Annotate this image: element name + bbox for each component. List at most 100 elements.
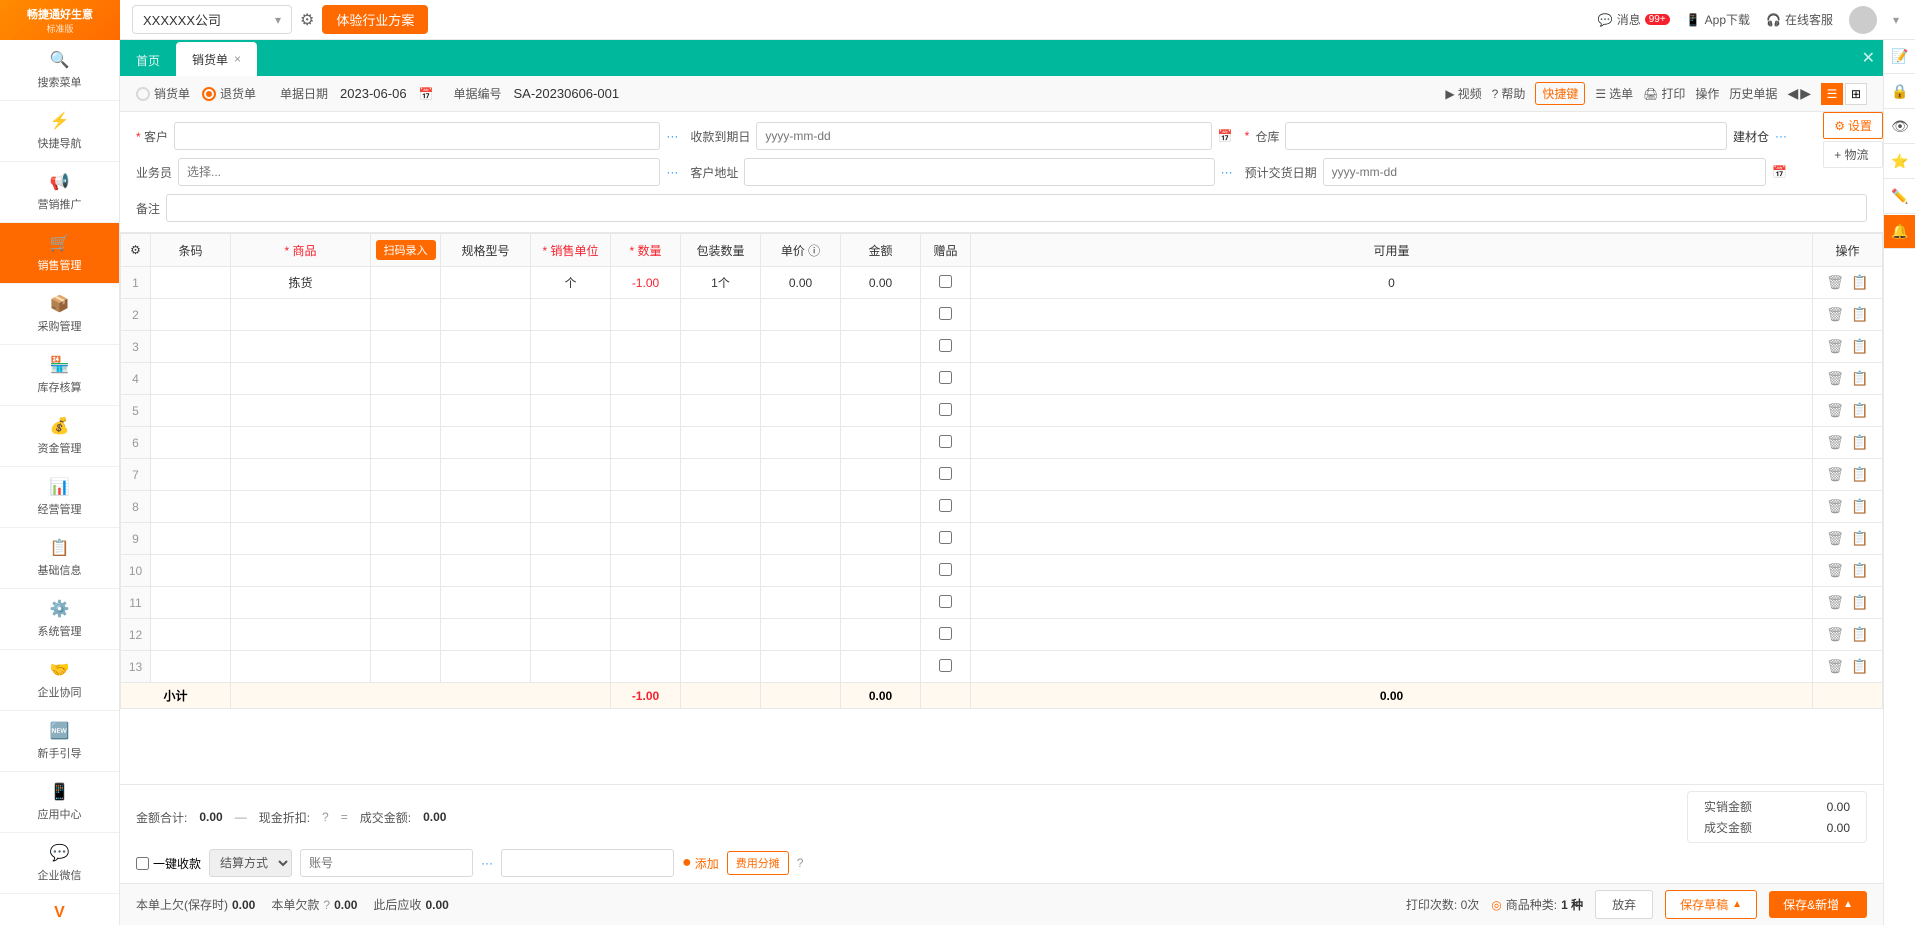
qty-cell-12[interactable] (611, 619, 681, 651)
grid-view-btn[interactable]: ⊞ (1845, 83, 1867, 105)
bank-account-input[interactable] (300, 849, 473, 877)
amount-cell-1[interactable]: 0.00 (841, 267, 921, 299)
amount-input[interactable] (501, 849, 674, 877)
price-cell-4[interactable] (761, 363, 841, 395)
spec-cell-7[interactable] (441, 459, 531, 491)
price-cell-13[interactable] (761, 651, 841, 683)
customer-addr-input[interactable] (744, 158, 1214, 186)
amount-cell-9[interactable] (841, 523, 921, 555)
scan-btn[interactable]: 扫码录入 (376, 240, 436, 260)
sidebar-item-operations[interactable]: 📊 经营管理 (0, 467, 119, 528)
float-btn-6[interactable]: 🔔 (1884, 215, 1915, 249)
amount-cell-12[interactable] (841, 619, 921, 651)
gift-cell-2[interactable] (921, 299, 971, 331)
barcode-cell-3[interactable] (151, 331, 231, 363)
pkg-qty-cell-12[interactable] (681, 619, 761, 651)
spec-cell-4[interactable] (441, 363, 531, 395)
float-btn-4[interactable]: ⭐ (1884, 145, 1915, 179)
salesperson-input[interactable] (178, 158, 660, 186)
delete-icon-4[interactable]: 🗑 (1826, 370, 1844, 386)
gift-checkbox-5[interactable] (939, 403, 952, 416)
copy-icon-6[interactable]: 📋 (1851, 434, 1868, 450)
spec-cell-1[interactable] (441, 267, 531, 299)
sidebar-item-purchase[interactable]: 📦 采购管理 (0, 284, 119, 345)
unit-cell-12[interactable] (531, 619, 611, 651)
copy-icon-13[interactable]: 📋 (1851, 658, 1868, 674)
shortcut-btn[interactable]: 快捷键 (1535, 82, 1585, 105)
sidebar-item-marketing[interactable]: 📢 营销推广 (0, 162, 119, 223)
float-btn-5[interactable]: ✏️ (1884, 180, 1915, 214)
customer-addr-more-icon[interactable]: ··· (1221, 165, 1233, 179)
barcode-cell-10[interactable] (151, 555, 231, 587)
copy-icon-8[interactable]: 📋 (1851, 498, 1868, 514)
logistics-btn[interactable]: + 物流 (1823, 141, 1883, 168)
app-download-item[interactable]: 📱 App下载 (1686, 11, 1750, 28)
doc-type-sales-radio[interactable]: 销货单 (136, 85, 190, 102)
amount-cell-13[interactable] (841, 651, 921, 683)
qty-cell-9[interactable] (611, 523, 681, 555)
gift-checkbox-6[interactable] (939, 435, 952, 448)
doc-type-return-radio[interactable]: 退货单 (202, 85, 256, 102)
qty-cell-7[interactable] (611, 459, 681, 491)
expense-question-icon[interactable]: ? (797, 856, 804, 870)
amount-cell-11[interactable] (841, 587, 921, 619)
sidebar-item-base-info[interactable]: 📋 基础信息 (0, 528, 119, 589)
tab-close-icon[interactable]: × (234, 52, 241, 66)
copy-icon-11[interactable]: 📋 (1851, 594, 1868, 610)
expense-split-btn[interactable]: 费用分摊 (727, 851, 789, 875)
gift-cell-11[interactable] (921, 587, 971, 619)
price-cell-1[interactable]: 0.00 (761, 267, 841, 299)
gift-cell-13[interactable] (921, 651, 971, 683)
qty-cell-4[interactable] (611, 363, 681, 395)
unit-cell-8[interactable] (531, 491, 611, 523)
sidebar-item-collab[interactable]: 🤝 企业协同 (0, 650, 119, 711)
video-btn[interactable]: ▶ 视频 (1445, 85, 1481, 102)
barcode-cell-5[interactable] (151, 395, 231, 427)
customer-input[interactable] (174, 122, 660, 150)
barcode-cell-1[interactable] (151, 267, 231, 299)
gift-checkbox-1[interactable] (939, 275, 952, 288)
product-cell-10[interactable] (231, 555, 371, 587)
gift-cell-1[interactable] (921, 267, 971, 299)
delete-icon-13[interactable]: 🗑 (1826, 658, 1844, 674)
float-btn-1[interactable]: 📝 (1884, 40, 1915, 74)
copy-icon-9[interactable]: 📋 (1851, 530, 1868, 546)
gift-checkbox-4[interactable] (939, 371, 952, 384)
pkg-qty-cell-5[interactable] (681, 395, 761, 427)
expected-delivery-input[interactable] (1323, 158, 1766, 186)
one-click-payment-checkbox[interactable]: 一键收款 (136, 855, 201, 872)
trial-btn[interactable]: 体验行业方案 (322, 5, 428, 34)
product-cell-2[interactable] (231, 299, 371, 331)
delete-icon-7[interactable]: 🗑 (1826, 466, 1844, 482)
gift-cell-8[interactable] (921, 491, 971, 523)
message-item[interactable]: 💬 消息 99+ (1598, 11, 1670, 28)
copy-icon-2[interactable]: 📋 (1851, 306, 1868, 322)
save-draft-btn[interactable]: 保存草稿 ▲ (1665, 890, 1757, 919)
price-cell-12[interactable] (761, 619, 841, 651)
unit-cell-10[interactable] (531, 555, 611, 587)
settings-icon[interactable]: ⚙ (300, 10, 314, 30)
product-cell-8[interactable] (231, 491, 371, 523)
copy-icon-10[interactable]: 📋 (1851, 562, 1868, 578)
gift-checkbox-3[interactable] (939, 339, 952, 352)
warehouse-input[interactable] (1285, 122, 1727, 150)
sidebar-item-appstore[interactable]: 📱 应用中心 (0, 772, 119, 833)
gift-cell-9[interactable] (921, 523, 971, 555)
amount-cell-3[interactable] (841, 331, 921, 363)
copy-icon-7[interactable]: 📋 (1851, 466, 1868, 482)
spec-cell-5[interactable] (441, 395, 531, 427)
qty-cell-8[interactable] (611, 491, 681, 523)
notes-input[interactable] (166, 194, 1867, 222)
sidebar-item-guide[interactable]: 🆕 新手引导 (0, 711, 119, 772)
amount-cell-7[interactable] (841, 459, 921, 491)
list-view-btn[interactable]: ☰ (1821, 83, 1843, 105)
unit-cell-5[interactable] (531, 395, 611, 427)
price-cell-3[interactable] (761, 331, 841, 363)
pkg-qty-cell-6[interactable] (681, 427, 761, 459)
amount-cell-6[interactable] (841, 427, 921, 459)
gift-checkbox-9[interactable] (939, 531, 952, 544)
unit-cell-13[interactable] (531, 651, 611, 683)
product-cell-5[interactable] (231, 395, 371, 427)
gift-cell-10[interactable] (921, 555, 971, 587)
price-cell-2[interactable] (761, 299, 841, 331)
